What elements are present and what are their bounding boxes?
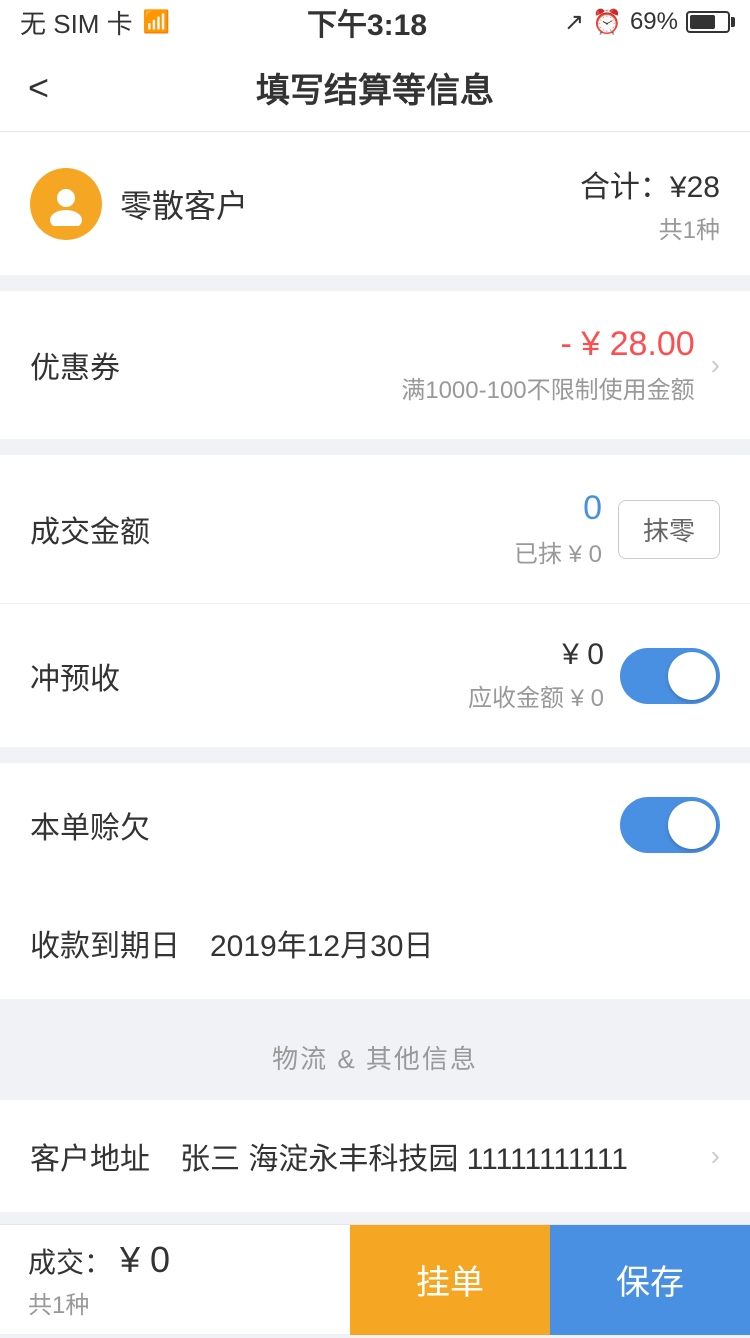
prepay-value: ¥ 0 xyxy=(468,638,604,672)
coupon-right: - ¥ 28.00 满1000-100不限制使用金额 › xyxy=(401,325,720,405)
round-zero-button[interactable]: 抹零 xyxy=(618,500,720,559)
address-chevron-icon: › xyxy=(711,1140,720,1172)
total-amount: 合计：¥28 xyxy=(580,162,720,206)
status-bar: 无 SIM 卡 📶 下午3:18 ↗ ⏰ 69% xyxy=(0,0,750,44)
sim-status: 无 SIM 卡 xyxy=(20,4,133,41)
prepay-toggle[interactable] xyxy=(620,648,720,704)
bottom-amount: 成交： ¥ 0 xyxy=(28,1239,322,1281)
coupon-discount: - ¥ 28.00 xyxy=(401,325,694,364)
customer-row: 零散客户 合计：¥28 共1种 xyxy=(0,132,750,275)
prepay-value-block: ¥ 0 应收金额 ¥ 0 xyxy=(468,638,604,713)
battery-icon xyxy=(686,11,730,33)
chevron-right-icon: › xyxy=(711,349,720,381)
transaction-card: 成交金额 0 已抹 ¥ 0 抹零 冲预收 ¥ 0 应收金额 ¥ 0 xyxy=(0,455,750,747)
page-title: 填写结算等信息 xyxy=(256,63,494,112)
customer-card: 零散客户 合计：¥28 共1种 xyxy=(0,132,750,275)
alarm-icon: ⏰ xyxy=(592,8,622,37)
coupon-value-block: - ¥ 28.00 满1000-100不限制使用金额 xyxy=(401,325,694,405)
transaction-value: 0 xyxy=(514,489,602,528)
customer-total: 合计：¥28 共1种 xyxy=(580,162,720,245)
customer-name: 零散客户 xyxy=(120,181,248,227)
coupon-label: 优惠券 xyxy=(30,343,120,387)
address-label: 客户地址 xyxy=(30,1134,150,1178)
transaction-value-block: 0 已抹 ¥ 0 xyxy=(514,489,602,569)
wifi-icon: 📶 xyxy=(143,9,170,35)
due-date-label: 收款到期日 xyxy=(30,921,180,965)
prepay-right: ¥ 0 应收金额 ¥ 0 xyxy=(468,638,720,713)
location-icon: ↗ xyxy=(564,8,584,37)
bottom-transaction-label: 成交： xyxy=(28,1241,112,1281)
prepay-sub: 应收金额 ¥ 0 xyxy=(468,678,604,713)
due-date-value: 2019年12月30日 xyxy=(210,921,433,965)
bottom-info: 成交： ¥ 0 共1种 xyxy=(0,1239,350,1320)
customer-info: 零散客户 xyxy=(30,168,248,240)
transaction-sub: 已抹 ¥ 0 xyxy=(514,534,602,569)
credit-toggle[interactable] xyxy=(620,797,720,853)
nav-bar: < 填写结算等信息 xyxy=(0,44,750,132)
prepay-label: 冲预收 xyxy=(30,654,120,698)
bottom-count: 共1种 xyxy=(28,1285,322,1320)
status-left: 无 SIM 卡 📶 xyxy=(20,4,170,41)
customer-avatar xyxy=(30,168,102,240)
total-count: 共1种 xyxy=(580,210,720,245)
coupon-note: 满1000-100不限制使用金额 xyxy=(401,370,694,405)
transaction-right: 0 已抹 ¥ 0 抹零 xyxy=(514,489,720,569)
battery-percent: 69% xyxy=(630,8,678,36)
back-button[interactable]: < xyxy=(28,67,49,109)
address-card: 客户地址 张三 海淀永丰科技园 11111111111 › xyxy=(0,1100,750,1212)
status-time: 下午3:18 xyxy=(307,0,427,44)
due-date-row: 收款到期日 2019年12月30日 xyxy=(0,887,750,999)
coupon-row[interactable]: 优惠券 - ¥ 28.00 满1000-100不限制使用金额 › xyxy=(0,291,750,439)
avatar-icon xyxy=(44,182,88,226)
credit-label: 本单赊欠 xyxy=(30,803,150,847)
content: 零散客户 合计：¥28 共1种 优惠券 - ¥ 28.00 满1000-100不… xyxy=(0,132,750,1338)
status-right: ↗ ⏰ 69% xyxy=(564,8,730,37)
hang-button[interactable]: 挂单 xyxy=(350,1225,550,1335)
coupon-card: 优惠券 - ¥ 28.00 满1000-100不限制使用金额 › xyxy=(0,291,750,439)
credit-right xyxy=(620,797,720,853)
bottom-transaction-value: ¥ 0 xyxy=(120,1239,170,1281)
toggle-knob xyxy=(668,652,716,700)
credit-card: 本单赊欠 收款到期日 2019年12月30日 xyxy=(0,763,750,999)
credit-toggle-knob xyxy=(668,801,716,849)
save-button[interactable]: 保存 xyxy=(550,1225,750,1335)
logistics-divider: 物流 & 其他信息 xyxy=(0,1015,750,1100)
transaction-row: 成交金额 0 已抹 ¥ 0 抹零 xyxy=(0,455,750,603)
bottom-bar: 成交： ¥ 0 共1种 挂单 保存 xyxy=(0,1224,750,1334)
address-value: 张三 海淀永丰科技园 11111111111 xyxy=(180,1134,681,1178)
credit-row: 本单赊欠 xyxy=(0,763,750,887)
transaction-label: 成交金额 xyxy=(30,507,150,551)
prepay-row: 冲预收 ¥ 0 应收金额 ¥ 0 xyxy=(0,603,750,747)
address-row[interactable]: 客户地址 张三 海淀永丰科技园 11111111111 › xyxy=(0,1100,750,1212)
